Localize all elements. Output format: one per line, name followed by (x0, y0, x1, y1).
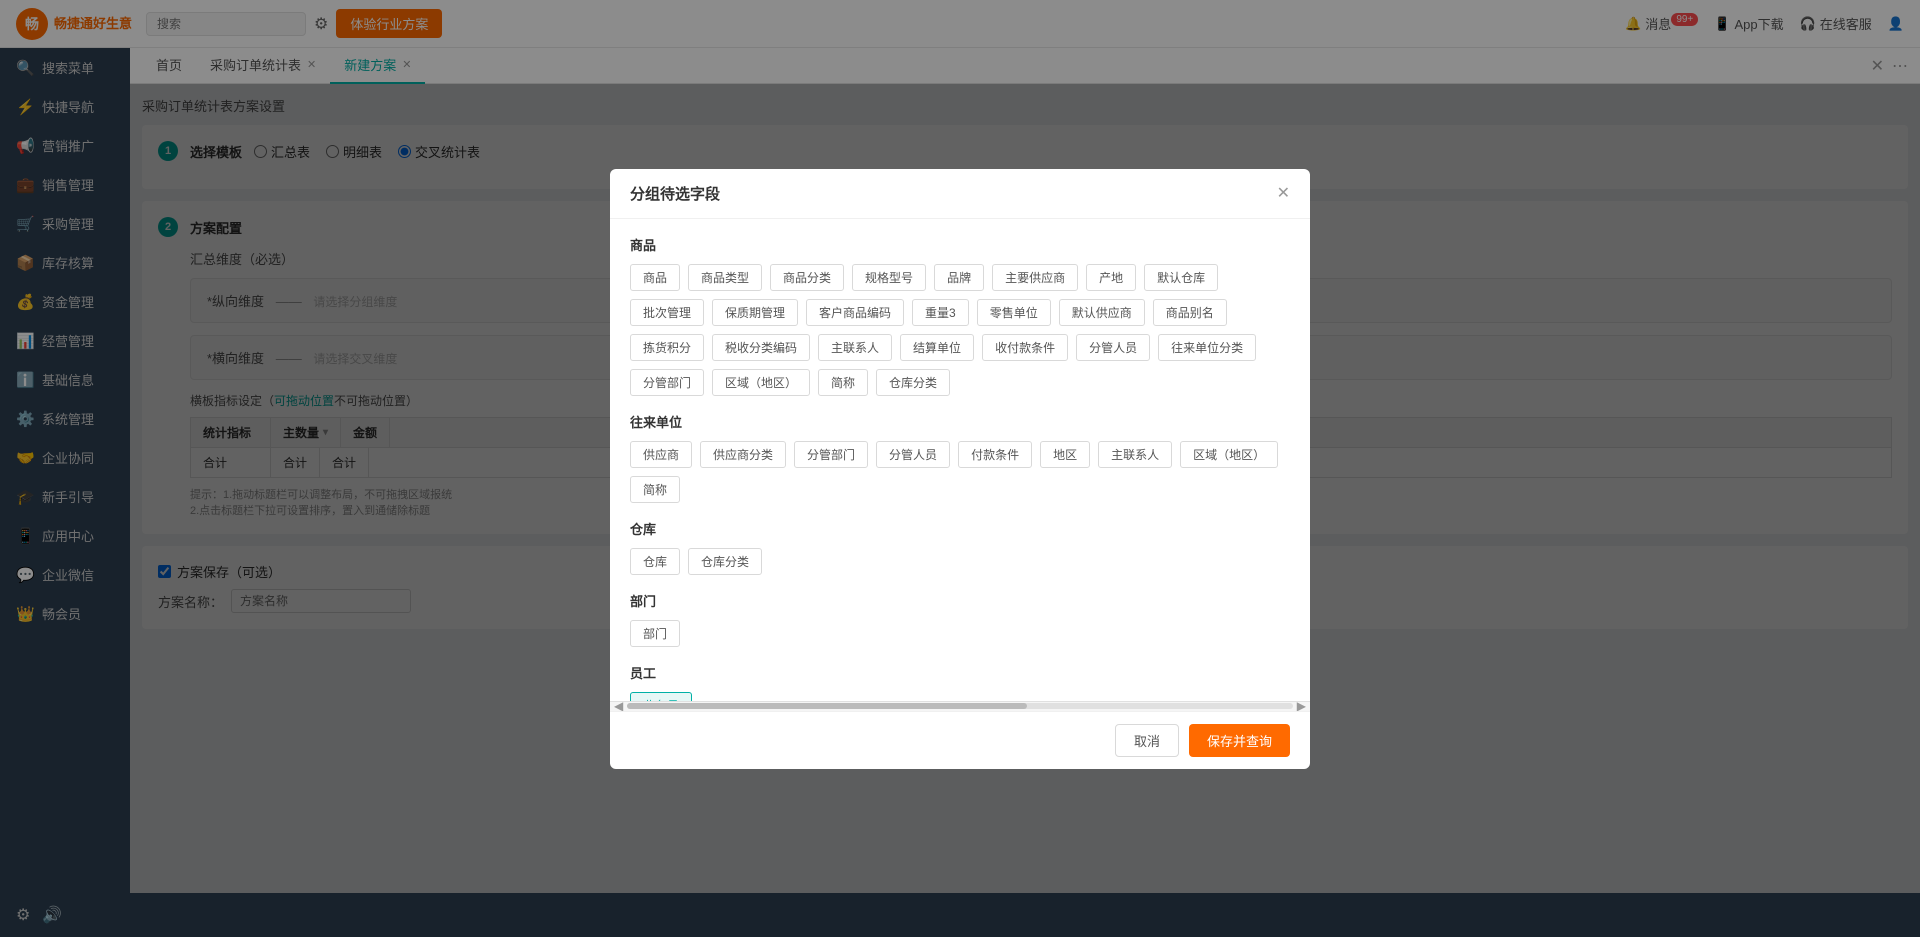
field-select-modal: 分组待选字段 ✕ 商品商品商品类型商品分类规格型号品牌主要供应商产地默认仓库批次… (610, 169, 1310, 769)
field-tag-0-22[interactable]: 分管部门 (630, 369, 704, 396)
field-tag-0-19[interactable]: 收付款条件 (982, 334, 1068, 361)
field-tag-1-8[interactable]: 简称 (630, 476, 680, 503)
field-tag-0-1[interactable]: 商品类型 (688, 264, 762, 291)
field-tags-2: 仓库仓库分类 (630, 548, 1290, 575)
field-tag-0-13[interactable]: 默认供应商 (1059, 299, 1145, 326)
modal-header: 分组待选字段 ✕ (610, 169, 1310, 219)
field-tag-0-7[interactable]: 默认仓库 (1144, 264, 1218, 291)
hscroll-thumb[interactable] (627, 703, 1026, 709)
field-tag-0-4[interactable]: 品牌 (934, 264, 984, 291)
field-tag-0-20[interactable]: 分管人员 (1076, 334, 1150, 361)
field-tag-0-12[interactable]: 零售单位 (977, 299, 1051, 326)
field-tags-0: 商品商品类型商品分类规格型号品牌主要供应商产地默认仓库批次管理保质期管理客户商品… (630, 264, 1290, 396)
modal-section-3: 部门部门 (630, 591, 1290, 647)
modal-section-2: 仓库仓库仓库分类 (630, 519, 1290, 575)
field-tag-1-6[interactable]: 主联系人 (1098, 441, 1172, 468)
field-tag-0-14[interactable]: 商品别名 (1153, 299, 1227, 326)
field-tag-0-15[interactable]: 拣货积分 (630, 334, 704, 361)
section-title-4: 员工 (630, 663, 1290, 682)
modal-close-button[interactable]: ✕ (1277, 183, 1290, 203)
field-tag-4-0[interactable]: 业务员 (630, 692, 692, 701)
modal-section-1: 往来单位供应商供应商分类分管部门分管人员付款条件地区主联系人区域（地区） 简称 (630, 412, 1290, 503)
field-tag-1-7[interactable]: 区域（地区） (1180, 441, 1278, 468)
modal-title: 分组待选字段 (630, 183, 720, 204)
field-tag-0-6[interactable]: 产地 (1086, 264, 1136, 291)
field-tag-0-0[interactable]: 商品 (630, 264, 680, 291)
field-tag-0-21[interactable]: 往来单位分类 (1158, 334, 1256, 361)
field-tag-2-0[interactable]: 仓库 (630, 548, 680, 575)
field-tags-4: 业务员 (630, 692, 1290, 701)
field-tag-0-8[interactable]: 批次管理 (630, 299, 704, 326)
hscroll-track[interactable] (627, 703, 1293, 709)
section-title-1: 往来单位 (630, 412, 1290, 431)
confirm-button[interactable]: 保存并查询 (1189, 724, 1290, 757)
field-tag-0-10[interactable]: 客户商品编码 (806, 299, 904, 326)
field-tag-0-25[interactable]: 仓库分类 (876, 369, 950, 396)
section-title-3: 部门 (630, 591, 1290, 610)
field-tag-0-3[interactable]: 规格型号 (852, 264, 926, 291)
section-title-0: 商品 (630, 235, 1290, 254)
field-tag-0-18[interactable]: 结算单位 (900, 334, 974, 361)
modal-footer: 取消 保存并查询 (610, 711, 1310, 769)
field-tag-1-2[interactable]: 分管部门 (794, 441, 868, 468)
field-tag-0-11[interactable]: 重量3 (912, 299, 969, 326)
field-tag-0-17[interactable]: 主联系人 (818, 334, 892, 361)
field-tag-1-1[interactable]: 供应商分类 (700, 441, 786, 468)
cancel-button[interactable]: 取消 (1115, 724, 1179, 757)
field-tags-3: 部门 (630, 620, 1290, 647)
field-tag-1-0[interactable]: 供应商 (630, 441, 692, 468)
modal-horizontal-scrollbar[interactable]: ◀ ▶ (610, 701, 1310, 711)
field-tag-0-2[interactable]: 商品分类 (770, 264, 844, 291)
field-tag-2-1[interactable]: 仓库分类 (688, 548, 762, 575)
field-tag-0-24[interactable]: 简称 (818, 369, 868, 396)
modal-body: 商品商品商品类型商品分类规格型号品牌主要供应商产地默认仓库批次管理保质期管理客户… (610, 219, 1310, 701)
field-tag-0-9[interactable]: 保质期管理 (712, 299, 798, 326)
field-tag-1-4[interactable]: 付款条件 (958, 441, 1032, 468)
modal-section-0: 商品商品商品类型商品分类规格型号品牌主要供应商产地默认仓库批次管理保质期管理客户… (630, 235, 1290, 396)
modal-overlay: 分组待选字段 ✕ 商品商品商品类型商品分类规格型号品牌主要供应商产地默认仓库批次… (0, 0, 1920, 937)
field-tag-0-16[interactable]: 税收分类编码 (712, 334, 810, 361)
field-tags-1: 供应商供应商分类分管部门分管人员付款条件地区主联系人区域（地区） 简称 (630, 441, 1290, 503)
field-tag-1-3[interactable]: 分管人员 (876, 441, 950, 468)
field-tag-0-23[interactable]: 区域（地区） (712, 369, 810, 396)
modal-section-4: 员工业务员 (630, 663, 1290, 701)
field-tag-1-5[interactable]: 地区 (1040, 441, 1090, 468)
field-tag-3-0[interactable]: 部门 (630, 620, 680, 647)
section-title-2: 仓库 (630, 519, 1290, 538)
field-tag-0-5[interactable]: 主要供应商 (992, 264, 1078, 291)
